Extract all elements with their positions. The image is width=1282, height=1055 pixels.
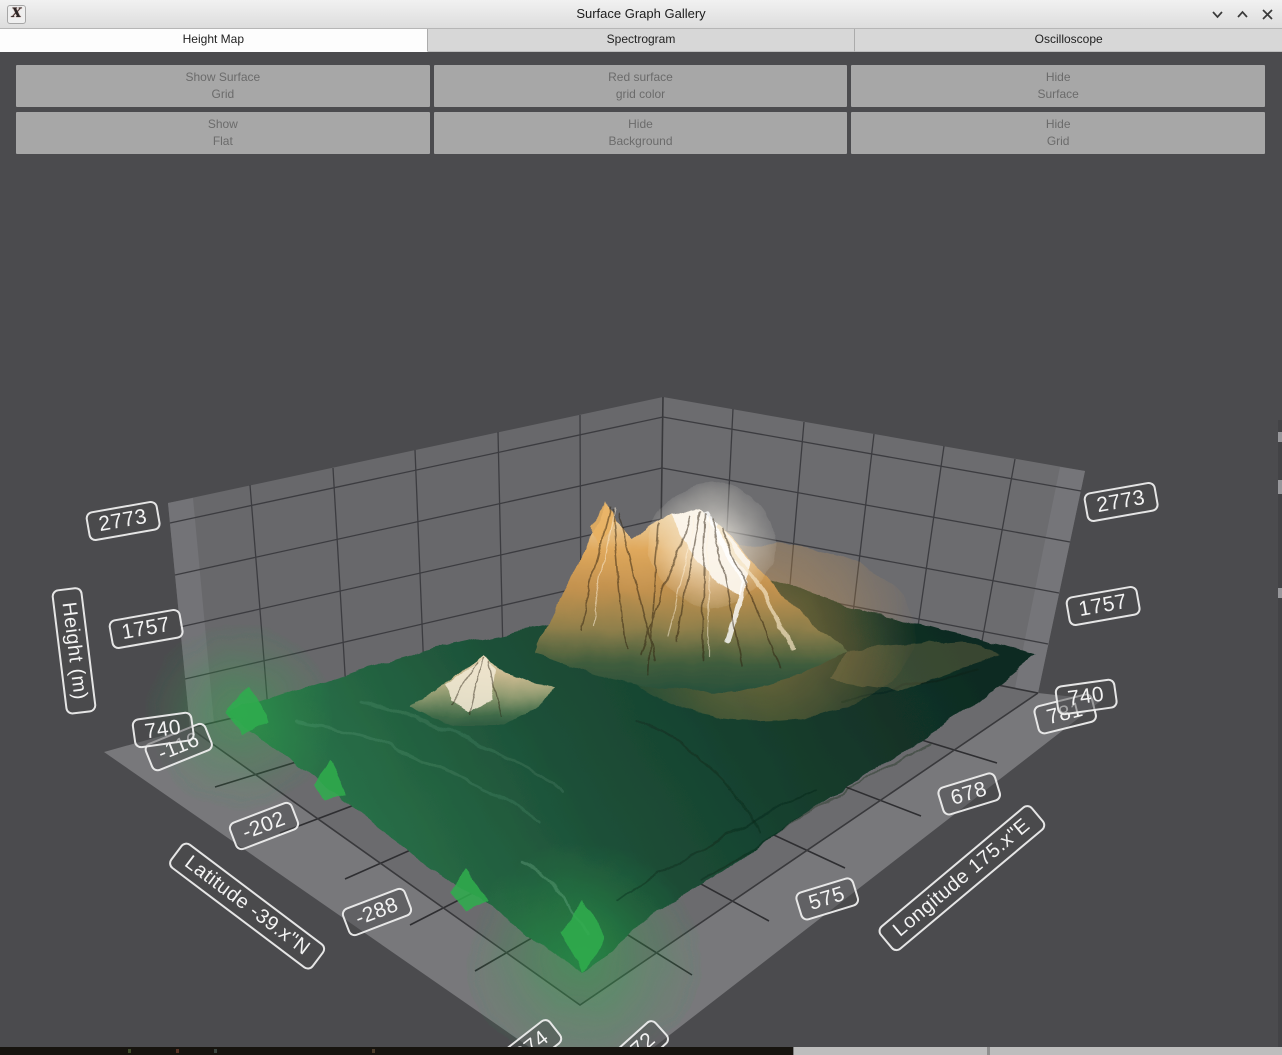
button-label: Hide [851, 69, 1265, 86]
taskbar-dark-sliver [0, 1047, 793, 1055]
tab-spectrogram[interactable]: Spectrogram [428, 29, 856, 52]
button-hide-grid[interactable]: Hide Grid [851, 112, 1265, 154]
button-label: Surface [851, 86, 1265, 103]
button-label: Grid [851, 133, 1265, 150]
close-button[interactable] [1259, 6, 1276, 23]
minimize-button[interactable] [1209, 6, 1226, 23]
tab-height-map[interactable]: Height Map [0, 29, 428, 52]
button-show-surface-grid[interactable]: Show Surface Grid [16, 65, 430, 107]
button-label: Grid [16, 86, 430, 103]
button-hide-surface[interactable]: Hide Surface [851, 65, 1265, 107]
tab-oscilloscope[interactable]: Oscilloscope [855, 29, 1282, 52]
taskbar-divider [987, 1047, 990, 1055]
tab-bar: Height Map Spectrogram Oscilloscope [0, 28, 1282, 52]
taskbar-light-sliver [793, 1047, 1282, 1055]
button-label: Red surface [434, 69, 848, 86]
maximize-button[interactable] [1234, 6, 1251, 23]
toolbar: Show Surface Grid Red surface grid color… [16, 65, 1265, 154]
button-label: Show [16, 116, 430, 133]
button-label: Hide [851, 116, 1265, 133]
button-show-flat[interactable]: Show Flat [16, 112, 430, 154]
desktop-edge-sliver [1278, 420, 1282, 1047]
button-label: Background [434, 133, 848, 150]
desktop-bottom-sliver [0, 1047, 1282, 1055]
surface-plot-canvas[interactable] [0, 0, 1282, 1055]
button-label: grid color [434, 86, 848, 103]
title-bar[interactable]: Surface Graph Gallery X [0, 0, 1282, 29]
button-label: Show Surface [16, 69, 430, 86]
button-label: Hide [434, 116, 848, 133]
app-icon: X [7, 5, 26, 24]
button-label: Flat [16, 133, 430, 150]
button-hide-background[interactable]: Hide Background [434, 112, 848, 154]
button-red-surface-grid-color[interactable]: Red surface grid color [434, 65, 848, 107]
window-title: Surface Graph Gallery [0, 0, 1282, 28]
window-controls [1209, 0, 1276, 28]
app-window: Height (m) 2773 1757 -116 740 -202 -288 … [0, 0, 1282, 1055]
